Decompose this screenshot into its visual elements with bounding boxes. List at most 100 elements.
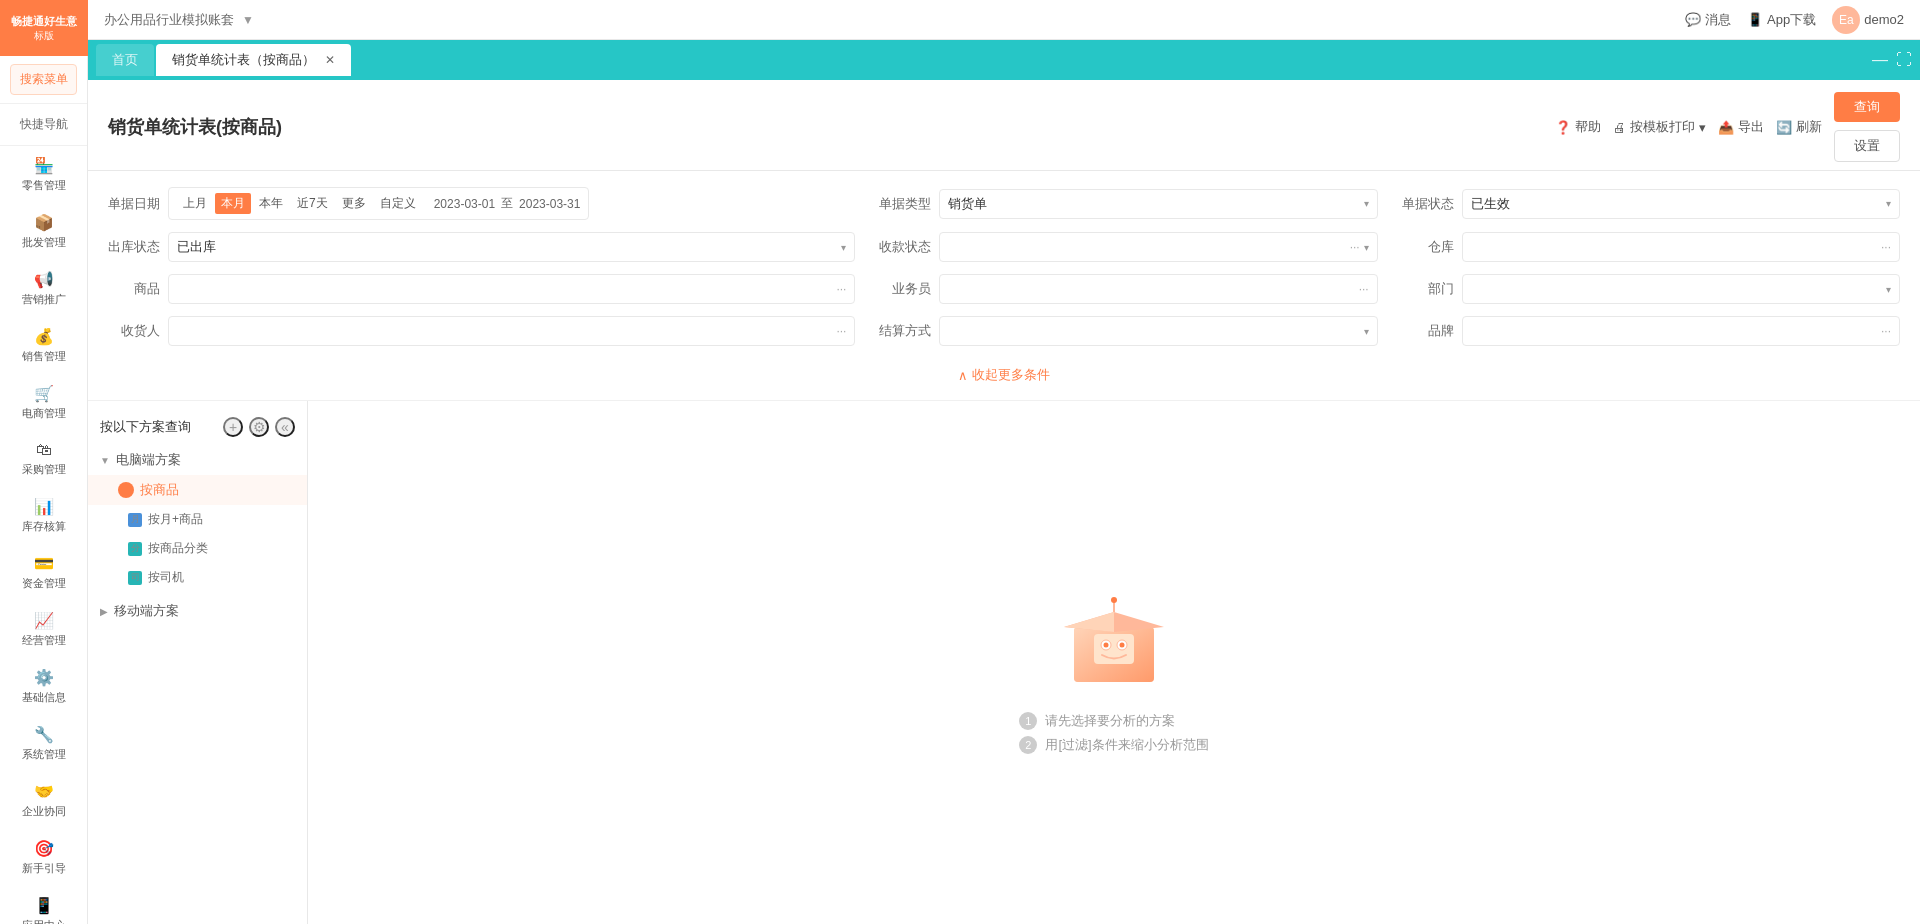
out-status-label: 出库状态 [108,238,168,256]
basic-icon: ⚙️ [34,668,54,687]
salesman-dots[interactable]: ··· [1359,282,1369,296]
scheme-group-mobile-title[interactable]: ▶ 移动端方案 [88,596,307,626]
goods-dots[interactable]: ··· [836,282,846,296]
sidebar-item-apps[interactable]: 📱 应用中心 [0,886,87,924]
scheme-sub-by-month-goods[interactable]: 月 按月+商品 [88,505,307,534]
sidebar-item-operations[interactable]: 📈 经营管理 [0,601,87,658]
tab-maximize-icon[interactable]: ⛶ [1896,51,1912,69]
refresh-button[interactable]: 🔄 刷新 [1776,118,1822,136]
sidebar: 畅捷通好生意 标版 搜索菜单 快捷导航 🏪 零售管理 📦 批发管理 📢 营销推广… [0,0,88,924]
scheme-group-pc: ▼ 电脑端方案 按商品 月 按月+商品 分 按商品分类 [88,445,307,592]
recv-person-control[interactable]: ··· [168,316,855,346]
filter-recv-person: 收货人 ··· [108,316,855,346]
doc-status-value: 已生效 [1471,195,1882,213]
sidebar-item-basic[interactable]: ⚙️ 基础信息 [0,658,87,715]
message-button[interactable]: 💬 消息 [1685,11,1731,29]
date-range-control[interactable]: 上月 本月 本年 近7天 更多 自定义 2023-03-01 至 2023-03… [168,187,589,220]
scheme-header: 按以下方案查询 + ⚙ « [88,409,307,445]
svg-point-10 [1111,597,1117,603]
page-title: 销货单统计表(按商品) [108,115,282,139]
hint-2-text: 用[过滤]条件来缩小分析范围 [1045,736,1208,754]
sidebar-item-system[interactable]: 🔧 系统管理 [0,715,87,772]
message-icon: 💬 [1685,12,1701,27]
settle-arrow-icon: ▾ [1364,326,1369,337]
recv-status-control[interactable]: ··· ▾ [939,232,1377,262]
filter-recv-status: 收款状态 ··· ▾ [879,232,1377,262]
sub-icon-driver: 司 [128,571,142,585]
breadcrumb-arrow[interactable]: ▼ [242,13,254,27]
recv-status-arrow-icon: ▾ [1364,242,1369,253]
warehouse-dots[interactable]: ··· [1881,240,1891,254]
date-custom[interactable]: 自定义 [374,193,422,214]
brand-dots[interactable]: ··· [1881,324,1891,338]
empty-hint-1: 1 请先选择要分析的方案 [1019,712,1208,730]
primary-actions: 查询 设置 [1834,92,1900,162]
help-button[interactable]: ❓ 帮助 [1555,118,1601,136]
content-area: 销货单统计表(按商品) ❓ 帮助 🖨 按模板打印 ▾ 📤 导出 🔄 刷新 [88,80,1920,924]
date-this-month[interactable]: 本月 [215,193,251,214]
out-status-value: 已出库 [177,238,837,256]
settings-button[interactable]: 设置 [1834,130,1900,162]
salesman-control[interactable]: ··· [939,274,1377,304]
export-button[interactable]: 📤 导出 [1718,118,1764,136]
dept-label: 部门 [1402,280,1462,298]
dept-control[interactable]: ▾ [1462,274,1900,304]
quick-nav-button[interactable]: 快捷导航 [0,110,87,139]
warehouse-label: 仓库 [1402,238,1462,256]
print-arrow-icon: ▾ [1699,120,1706,135]
tab-minimize-icon[interactable]: — [1872,51,1888,69]
wholesale-icon: 📦 [34,213,54,232]
collapse-arrow-icon: ∧ [958,368,968,383]
date-7days[interactable]: 近7天 [291,193,334,214]
tab-close-icon[interactable]: ✕ [325,53,335,67]
query-button[interactable]: 查询 [1834,92,1900,122]
sidebar-item-finance[interactable]: 💳 资金管理 [0,544,87,601]
sidebar-item-guide[interactable]: 🎯 新手引导 [0,829,87,886]
sidebar-item-purchase[interactable]: 🛍 采购管理 [0,431,87,487]
settle-label: 结算方式 [879,322,939,340]
warehouse-control[interactable]: ··· [1462,232,1900,262]
purchase-icon: 🛍 [36,441,52,459]
doc-status-label: 单据状态 [1402,195,1462,213]
scheme-sub-by-category[interactable]: 分 按商品分类 [88,534,307,563]
scheme-add-button[interactable]: + [223,417,243,437]
sidebar-item-ecommerce[interactable]: 🛒 电商管理 [0,374,87,431]
settle-control[interactable]: ▾ [939,316,1377,346]
sidebar-item-enterprise[interactable]: 🤝 企业协同 [0,772,87,829]
search-menu-button[interactable]: 搜索菜单 [10,64,77,95]
date-this-year[interactable]: 本年 [253,193,289,214]
print-button[interactable]: 🖨 按模板打印 ▾ [1613,118,1706,136]
sub-icon-month: 月 [128,513,142,527]
scheme-collapse-button[interactable]: « [275,417,295,437]
empty-illustration [1054,572,1174,692]
sidebar-item-retail[interactable]: 🏪 零售管理 [0,146,87,203]
sidebar-item-wholesale[interactable]: 📦 批发管理 [0,203,87,260]
doc-status-control[interactable]: 已生效 ▾ [1462,189,1900,219]
tab-home[interactable]: 首页 [96,44,154,76]
date-last-month[interactable]: 上月 [177,193,213,214]
scheme-item-by-goods[interactable]: 按商品 [88,475,307,505]
brand-control[interactable]: ··· [1462,316,1900,346]
results-area: 1 请先选择要分析的方案 2 用[过滤]条件来缩小分析范围 [308,401,1920,924]
goods-control[interactable]: ··· [168,274,855,304]
hint-1-num: 1 [1019,712,1037,730]
app-download-button[interactable]: 📱 App下载 [1747,11,1816,29]
scheme-item-icon-goods [118,482,134,498]
tab-sales-label: 销货单统计表（按商品） [172,51,315,69]
scheme-settings-button[interactable]: ⚙ [249,417,269,437]
sidebar-item-marketing[interactable]: 📢 营销推广 [0,260,87,317]
out-status-control[interactable]: 已出库 ▾ [168,232,855,262]
empty-hints: 1 请先选择要分析的方案 2 用[过滤]条件来缩小分析范围 [1019,712,1208,754]
scheme-sub-by-driver[interactable]: 司 按司机 [88,563,307,592]
recv-person-dots[interactable]: ··· [836,324,846,338]
scheme-group-pc-title[interactable]: ▼ 电脑端方案 [88,445,307,475]
recv-status-dots[interactable]: ··· [1350,240,1360,254]
sidebar-item-inventory[interactable]: 📊 库存核算 [0,487,87,544]
salesman-label: 业务员 [879,280,939,298]
user-profile[interactable]: Ea demo2 [1832,6,1904,34]
collapse-filter-button[interactable]: ∧ 收起更多条件 [108,358,1900,384]
tab-sales-stats[interactable]: 销货单统计表（按商品） ✕ [156,44,351,76]
date-more[interactable]: 更多 [336,193,372,214]
doc-type-control[interactable]: 销货单 ▾ [939,189,1377,219]
sidebar-item-sales[interactable]: 💰 销售管理 [0,317,87,374]
